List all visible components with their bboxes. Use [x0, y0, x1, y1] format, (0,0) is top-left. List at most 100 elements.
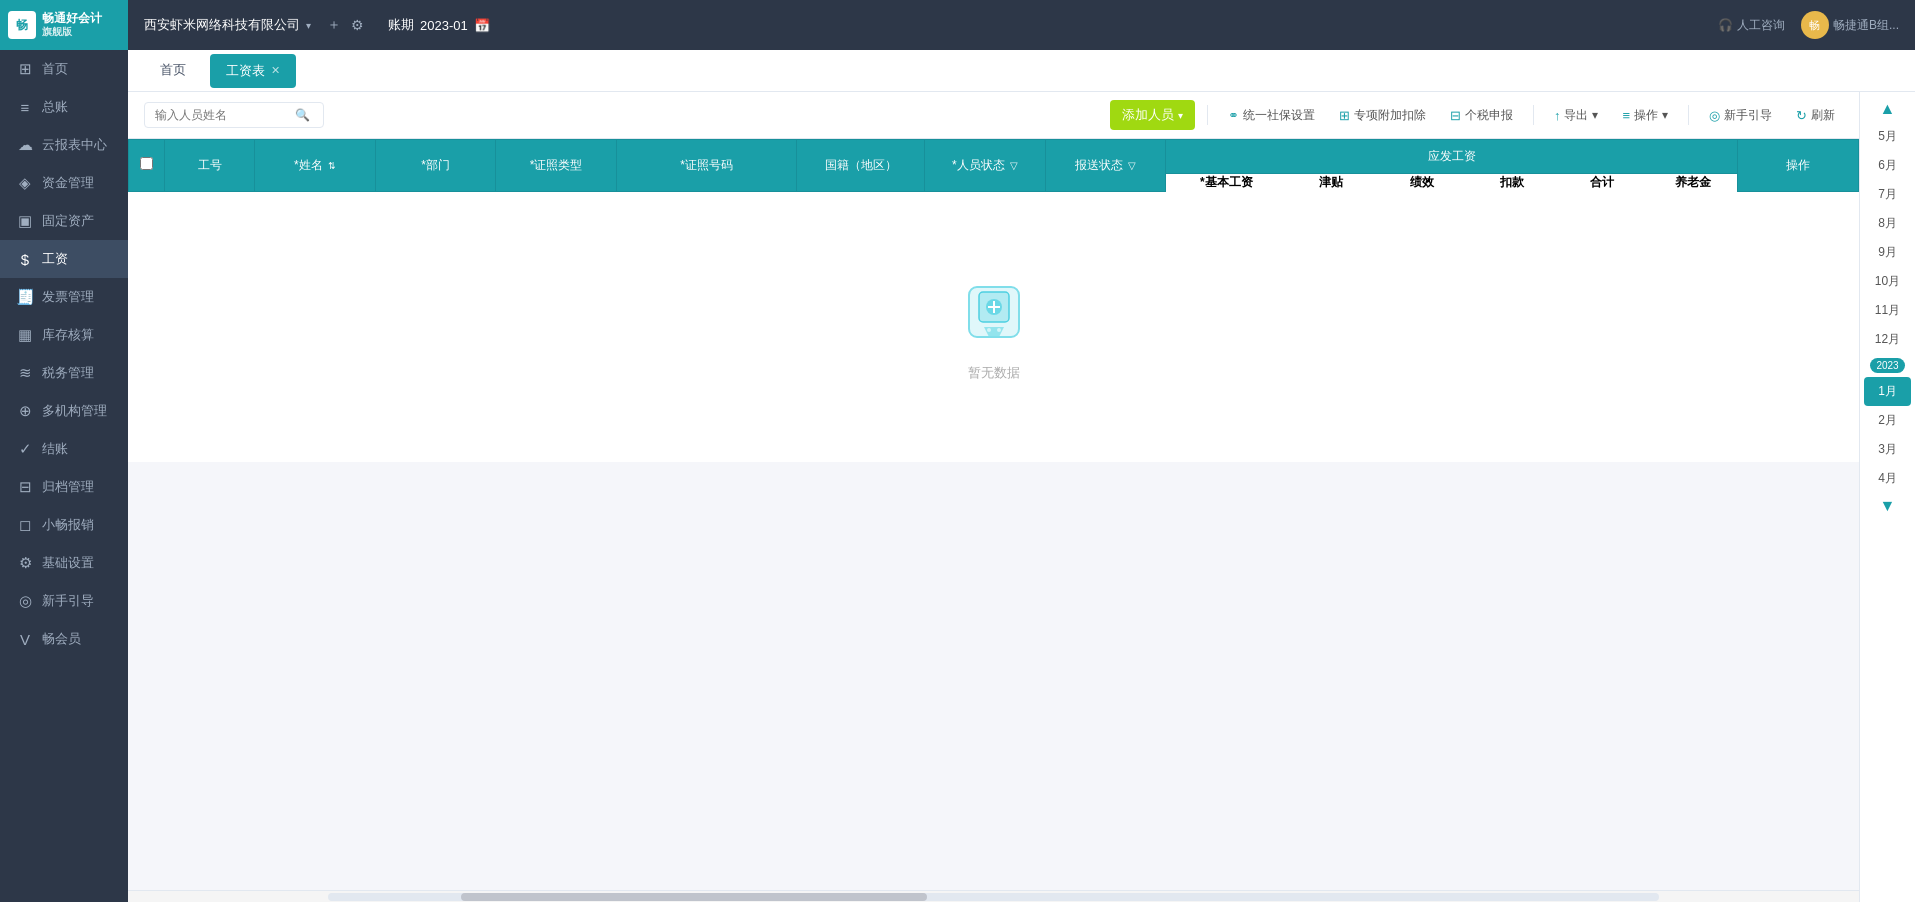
refresh-button[interactable]: ↻ 刷新: [1788, 103, 1843, 128]
search-icon[interactable]: 🔍: [295, 108, 310, 122]
year-badge: 2023: [1870, 358, 1904, 373]
period-label: 账期: [388, 16, 414, 34]
tab-payroll[interactable]: 工资表 ✕: [210, 54, 296, 88]
close-accounts-icon: ✓: [16, 440, 34, 458]
sidebar-item-tax[interactable]: ≋ 税务管理: [0, 354, 128, 392]
add-person-button[interactable]: 添加人员 ▾: [1110, 100, 1195, 130]
bottom-scrollbar[interactable]: [128, 890, 1859, 902]
sidebar-label-invoice: 发票管理: [42, 288, 94, 306]
sidebar-label-settings: 基础设置: [42, 554, 94, 572]
period-value: 2023-01: [420, 18, 468, 33]
svg-point-6: [987, 328, 991, 332]
operation-chevron-icon: ▾: [1662, 108, 1668, 122]
sidebar-label-home: 首页: [42, 60, 68, 78]
guide-toolbar-icon: ◎: [1709, 108, 1720, 123]
export-button[interactable]: ↑ 导出 ▾: [1546, 103, 1607, 128]
guide-label: 新手引导: [1724, 107, 1772, 124]
sidebar-item-settings[interactable]: ⚙ 基础设置: [0, 544, 128, 582]
home-icon: ⊞: [16, 60, 34, 78]
sidebar-label-payroll: 工资: [42, 250, 68, 268]
settings-gear-icon[interactable]: ⚙: [351, 17, 364, 33]
calendar-icon[interactable]: 📅: [474, 18, 490, 33]
cal-month-7[interactable]: 7月: [1860, 180, 1915, 209]
tax-icon: ≋: [16, 364, 34, 382]
topbar-icons: ＋ ⚙: [327, 16, 364, 34]
logo-icon: 畅: [8, 11, 36, 39]
cal-month-8[interactable]: 8月: [1860, 209, 1915, 238]
invoice-icon: 🧾: [16, 288, 34, 306]
th-checkbox[interactable]: [129, 140, 165, 192]
cal-month-5[interactable]: 5月: [1860, 122, 1915, 151]
th-total: 合计: [1557, 174, 1647, 192]
sidebar-label-inventory: 库存核算: [42, 326, 94, 344]
sidebar-item-guide[interactable]: ◎ 新手引导: [0, 582, 128, 620]
cal-month-9[interactable]: 9月: [1860, 238, 1915, 267]
sidebar-item-home[interactable]: ⊞ 首页: [0, 50, 128, 88]
sidebar-item-multi-org[interactable]: ⊕ 多机构管理: [0, 392, 128, 430]
th-performance: 绩效: [1377, 174, 1467, 192]
company-selector[interactable]: 西安虾米网络科技有限公司 ▾: [144, 16, 311, 34]
sidebar-label-close-accounts: 结账: [42, 440, 68, 458]
sidebar-item-cloud[interactable]: ☁ 云报表中心: [0, 126, 128, 164]
operation-label: 操作: [1634, 107, 1658, 124]
tab-payroll-label: 工资表: [226, 62, 265, 80]
sidebar-item-invoice[interactable]: 🧾 发票管理: [0, 278, 128, 316]
sidebar-item-archive[interactable]: ⊟ 归档管理: [0, 468, 128, 506]
company-chevron-icon: ▾: [306, 20, 311, 31]
special-deduction-button[interactable]: ⊞ 专项附加扣除: [1331, 103, 1434, 128]
sidebar-item-funds[interactable]: ◈ 资金管理: [0, 164, 128, 202]
side-calendar: ▲ 5月 6月 7月 8月 9月 10月 11月 12月 2023 1月 2月 …: [1859, 92, 1915, 902]
th-report-status: 报送状态 ▽: [1045, 140, 1165, 192]
guide-button[interactable]: ◎ 新手引导: [1701, 103, 1780, 128]
operation-button[interactable]: ≡ 操作 ▾: [1614, 103, 1676, 128]
cal-month-4[interactable]: 4月: [1860, 464, 1915, 493]
guide-icon: ◎: [16, 592, 34, 610]
report-status-filter-icon[interactable]: ▽: [1128, 160, 1136, 171]
settings-icon: ⚙: [16, 554, 34, 572]
name-sort-icon[interactable]: ⇅: [328, 161, 336, 171]
cal-month-12[interactable]: 12月: [1860, 325, 1915, 354]
funds-icon: ◈: [16, 174, 34, 192]
sidebar-item-inventory[interactable]: ▦ 库存核算: [0, 316, 128, 354]
tab-home[interactable]: 首页: [144, 53, 202, 89]
sidebar-item-ledger[interactable]: ≡ 总账: [0, 88, 128, 126]
cal-month-1[interactable]: 1月: [1864, 377, 1911, 406]
add-icon[interactable]: ＋: [327, 16, 341, 34]
support-button[interactable]: 🎧 人工咨询: [1718, 17, 1785, 34]
cal-month-6[interactable]: 6月: [1860, 151, 1915, 180]
sidebar-item-assets[interactable]: ▣ 固定资产: [0, 202, 128, 240]
cal-month-2[interactable]: 2月: [1860, 406, 1915, 435]
add-person-label: 添加人员: [1122, 106, 1174, 124]
table-wrapper: 工号 *姓名 ⇅ *部门 *证照类型: [128, 139, 1859, 890]
cal-month-10[interactable]: 10月: [1860, 267, 1915, 296]
social-security-button[interactable]: ⚭ 统一社保设置: [1220, 103, 1323, 128]
sidebar-label-ledger: 总账: [42, 98, 68, 116]
th-base-wage: *基本工资: [1166, 174, 1286, 192]
refresh-label: 刷新: [1811, 107, 1835, 124]
th-dept: *部门: [375, 140, 495, 192]
divider-1: [1207, 105, 1208, 125]
personal-tax-button[interactable]: ⊟ 个税申报: [1442, 103, 1521, 128]
select-all-checkbox[interactable]: [140, 157, 153, 170]
th-wage-group: 应发工资: [1166, 140, 1738, 174]
cal-month-11[interactable]: 11月: [1860, 296, 1915, 325]
divider-3: [1688, 105, 1689, 125]
sidebar-item-member[interactable]: V 畅会员: [0, 620, 128, 658]
calendar-down-arrow[interactable]: ▼: [1876, 493, 1900, 519]
tab-close-icon[interactable]: ✕: [271, 64, 280, 77]
user-menu[interactable]: 畅 畅捷通B组...: [1801, 11, 1899, 39]
personal-tax-icon: ⊟: [1450, 108, 1461, 123]
cal-month-3[interactable]: 3月: [1860, 435, 1915, 464]
sidebar-item-expense[interactable]: ◻ 小畅报销: [0, 506, 128, 544]
assets-icon: ▣: [16, 212, 34, 230]
person-status-filter-icon[interactable]: ▽: [1010, 160, 1018, 171]
sidebar-item-payroll[interactable]: $ 工资: [0, 240, 128, 278]
support-icon: 🎧: [1718, 18, 1733, 32]
calendar-up-arrow[interactable]: ▲: [1876, 96, 1900, 122]
scrollbar-thumb[interactable]: [461, 893, 927, 901]
app-subtitle: 旗舰版: [42, 25, 102, 39]
user-avatar: 畅: [1801, 11, 1829, 39]
search-input[interactable]: [155, 108, 295, 122]
sidebar-item-close-accounts[interactable]: ✓ 结账: [0, 430, 128, 468]
sidebar-label-tax: 税务管理: [42, 364, 94, 382]
